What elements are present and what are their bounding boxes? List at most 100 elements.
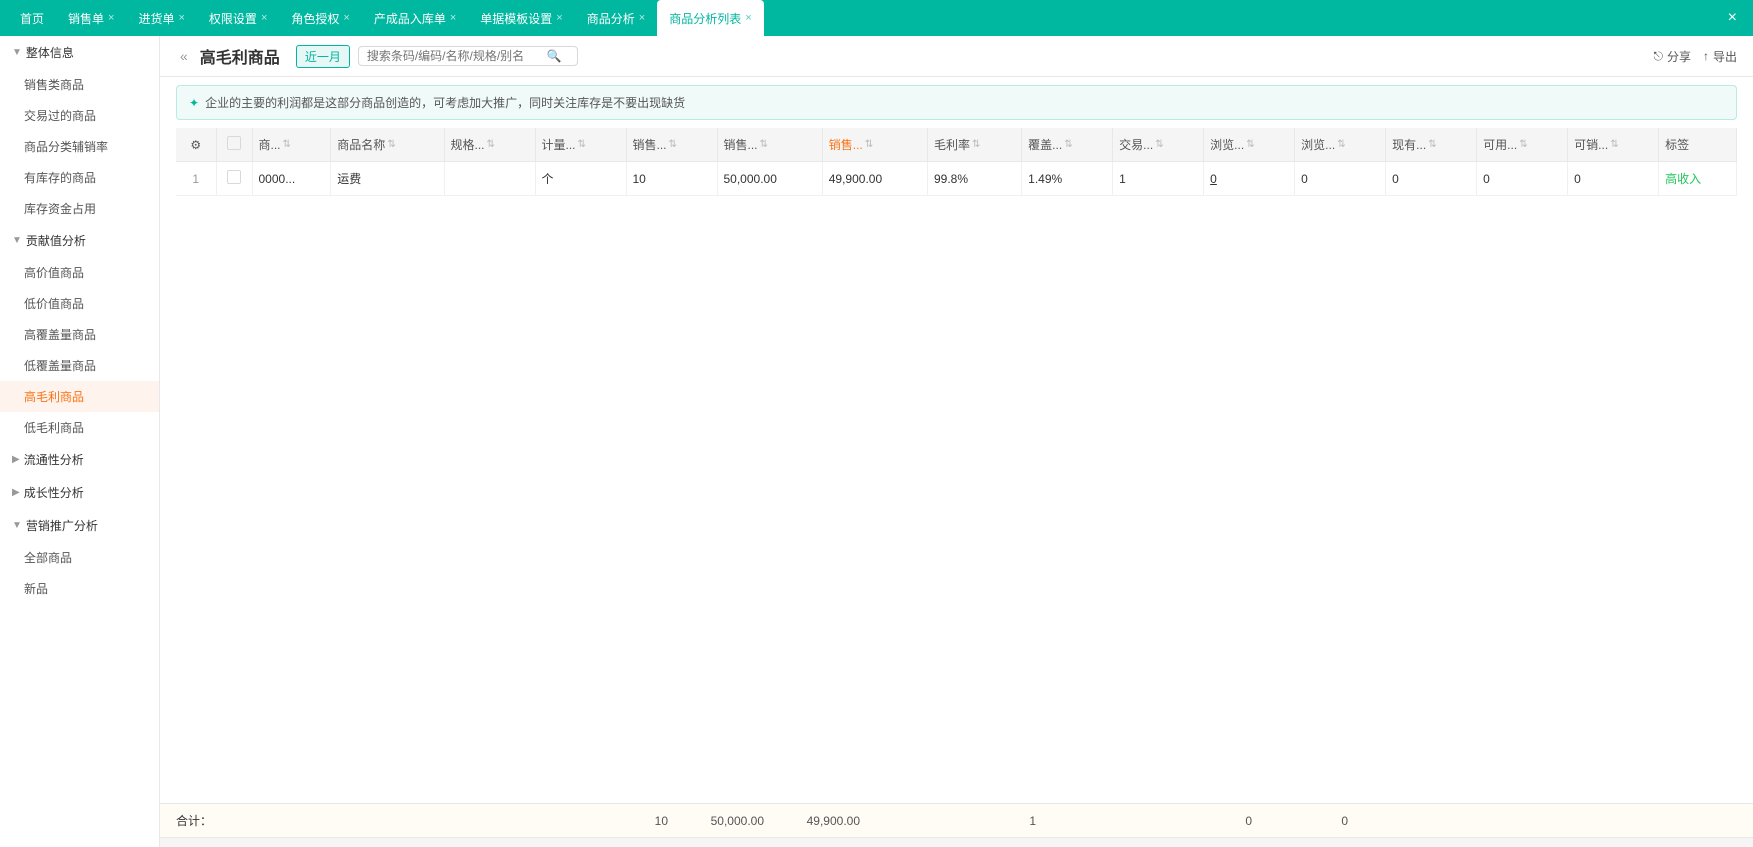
- cell-name: 运费: [331, 162, 444, 196]
- sidebar: ▼ 整体信息 销售类商品 交易过的商品 商品分类辅销率 有库存的商品 库存资金占…: [0, 36, 160, 847]
- share-icon: ⎋: [1653, 49, 1663, 64]
- sidebar-item-traded-goods[interactable]: 交易过的商品: [0, 100, 159, 131]
- filter-recent-month-button[interactable]: 近一月: [296, 45, 350, 68]
- search-box[interactable]: 🔍: [358, 46, 578, 66]
- nav-close-analysis[interactable]: ×: [639, 12, 645, 24]
- row-checkbox[interactable]: [227, 170, 241, 184]
- export-button[interactable]: ↑ 导出: [1703, 48, 1737, 65]
- nav-close-sales[interactable]: ×: [108, 12, 114, 24]
- nav-permissions[interactable]: 权限设置 ×: [197, 0, 279, 36]
- header-actions: ⎋ 分享 ↑ 导出: [1653, 48, 1737, 65]
- sidebar-group-contribution[interactable]: ▼ 贡献值分析: [0, 224, 159, 257]
- sidebar-item-stocked-goods[interactable]: 有库存的商品: [0, 162, 159, 193]
- select-all-checkbox[interactable]: [227, 136, 241, 150]
- search-input[interactable]: [367, 49, 547, 63]
- sidebar-item-low-value[interactable]: 低价值商品: [0, 288, 159, 319]
- nav-close-analysis-list[interactable]: ×: [745, 12, 751, 24]
- arrow-marketing: ▼: [12, 520, 22, 531]
- nav-home[interactable]: 首页: [8, 0, 56, 36]
- nav-inventory[interactable]: 产成品入库单 ×: [362, 0, 468, 36]
- col-transaction[interactable]: 交易... ⇅: [1113, 128, 1204, 162]
- sort-icon-spec: ⇅: [487, 139, 495, 150]
- col-settings[interactable]: ⚙: [176, 128, 216, 162]
- col-code[interactable]: 商... ⇅: [252, 128, 331, 162]
- browse1-link[interactable]: 0: [1210, 172, 1217, 186]
- sidebar-group-marketing[interactable]: ▼ 营销推广分析: [0, 509, 159, 542]
- nav-close-permissions[interactable]: ×: [261, 12, 267, 24]
- sort-icon-browse1: ⇅: [1246, 139, 1254, 150]
- sidebar-item-all-goods[interactable]: 全部商品: [0, 542, 159, 573]
- cell-sales-qty: 10: [626, 162, 717, 196]
- sort-icon-name: ⇅: [387, 139, 395, 150]
- tag-label: 高收入: [1665, 172, 1701, 186]
- sidebar-group-liquidity[interactable]: ▶ 流通性分析: [0, 443, 159, 476]
- sidebar-item-low-margin[interactable]: 低毛利商品: [0, 412, 159, 443]
- share-button[interactable]: ⎋ 分享: [1653, 48, 1691, 65]
- cell-unit: 个: [535, 162, 626, 196]
- settings-icon[interactable]: ⚙: [190, 138, 201, 152]
- nav-roles[interactable]: 角色授权 ×: [279, 0, 361, 36]
- col-tag[interactable]: 标签: [1659, 128, 1737, 162]
- col-saleable[interactable]: 可销... ⇅: [1568, 128, 1659, 162]
- table-footer: 合计： 10 50,000.00 49,900.00 1 0 0: [160, 803, 1753, 837]
- sidebar-group-growth[interactable]: ▶ 成长性分析: [0, 476, 159, 509]
- sidebar-item-high-value[interactable]: 高价值商品: [0, 257, 159, 288]
- col-gross-margin[interactable]: 毛利率 ⇅: [928, 128, 1022, 162]
- sidebar-item-category-rate[interactable]: 商品分类辅销率: [0, 131, 159, 162]
- nav-analysis-list[interactable]: 商品分析列表 ×: [657, 0, 763, 36]
- footer-current-stock: 0: [1172, 814, 1252, 828]
- sort-icon-available: ⇅: [1519, 139, 1527, 150]
- nav-analysis[interactable]: 商品分析 ×: [575, 0, 657, 36]
- cell-browse1[interactable]: 0: [1204, 162, 1295, 196]
- nav-sales[interactable]: 销售单 ×: [56, 0, 126, 36]
- footer-transaction: 1: [956, 814, 1036, 828]
- nav-close-template[interactable]: ×: [556, 12, 562, 24]
- cell-saleable: 0: [1568, 162, 1659, 196]
- nav-template[interactable]: 单据模板设置 ×: [468, 0, 574, 36]
- sidebar-item-high-margin[interactable]: 高毛利商品: [0, 381, 159, 412]
- sidebar-collapse-button[interactable]: «: [176, 48, 192, 64]
- sidebar-item-sales-goods[interactable]: 销售类商品: [0, 69, 159, 100]
- sidebar-item-low-coverage[interactable]: 低覆盖量商品: [0, 350, 159, 381]
- arrow-liquidity: ▶: [12, 454, 20, 465]
- col-sales-profit[interactable]: 销售... ⇅: [822, 128, 927, 162]
- nav-purchase[interactable]: 进货单 ×: [126, 0, 196, 36]
- nav-close-purchase[interactable]: ×: [178, 12, 184, 24]
- search-icon[interactable]: 🔍: [547, 49, 562, 63]
- col-current-stock[interactable]: 现有... ⇅: [1386, 128, 1477, 162]
- info-text: 企业的主要的利润都是这部分商品创造的，可考虑加大推广，同时关注库存是不要出现缺货: [205, 94, 685, 111]
- arrow-growth: ▶: [12, 487, 20, 498]
- col-sales-amount[interactable]: 销售... ⇅: [717, 128, 822, 162]
- sidebar-item-new-goods[interactable]: 新品: [0, 573, 159, 604]
- cell-sales-profit: 49,900.00: [822, 162, 927, 196]
- col-browse1[interactable]: 浏览... ⇅: [1204, 128, 1295, 162]
- sort-icon-coverage: ⇅: [1064, 139, 1072, 150]
- main-layout: ▼ 整体信息 销售类商品 交易过的商品 商品分类辅销率 有库存的商品 库存资金占…: [0, 36, 1753, 847]
- nav-close-inventory[interactable]: ×: [450, 12, 456, 24]
- nav-close-roles[interactable]: ×: [343, 12, 349, 24]
- data-table: ⚙ 商... ⇅ 商品名称: [176, 128, 1737, 196]
- col-available[interactable]: 可用... ⇅: [1477, 128, 1568, 162]
- sidebar-item-high-coverage[interactable]: 高覆盖量商品: [0, 319, 159, 350]
- arrow-contribution: ▼: [12, 235, 22, 246]
- content-area: « 高毛利商品 近一月 🔍 ⎋ 分享 ↑ 导出 ✦ 企业的主要的利润都是这部: [160, 36, 1753, 847]
- sort-icon-sales-amount: ⇅: [760, 139, 768, 150]
- window-close-button[interactable]: ×: [1720, 9, 1745, 27]
- col-browse2[interactable]: 浏览... ⇅: [1295, 128, 1386, 162]
- col-coverage[interactable]: 覆盖... ⇅: [1022, 128, 1113, 162]
- col-name[interactable]: 商品名称 ⇅: [331, 128, 444, 162]
- sort-icon-saleable: ⇅: [1610, 139, 1618, 150]
- col-unit[interactable]: 计量... ⇅: [535, 128, 626, 162]
- col-sales-qty[interactable]: 销售... ⇅: [626, 128, 717, 162]
- cell-current-stock: 0: [1386, 162, 1477, 196]
- col-spec[interactable]: 规格... ⇅: [444, 128, 535, 162]
- sidebar-item-stock-capital[interactable]: 库存资金占用: [0, 193, 159, 224]
- footer-sales-profit: 49,900.00: [780, 814, 860, 828]
- footer-sales-amount: 50,000.00: [684, 814, 764, 828]
- footer-available: 0: [1268, 814, 1348, 828]
- sort-icon-sales-qty: ⇅: [669, 139, 677, 150]
- cell-checkbox[interactable]: [216, 162, 252, 196]
- sidebar-group-overall[interactable]: ▼ 整体信息: [0, 36, 159, 69]
- col-checkbox[interactable]: [216, 128, 252, 162]
- horizontal-scrollbar[interactable]: [160, 837, 1753, 847]
